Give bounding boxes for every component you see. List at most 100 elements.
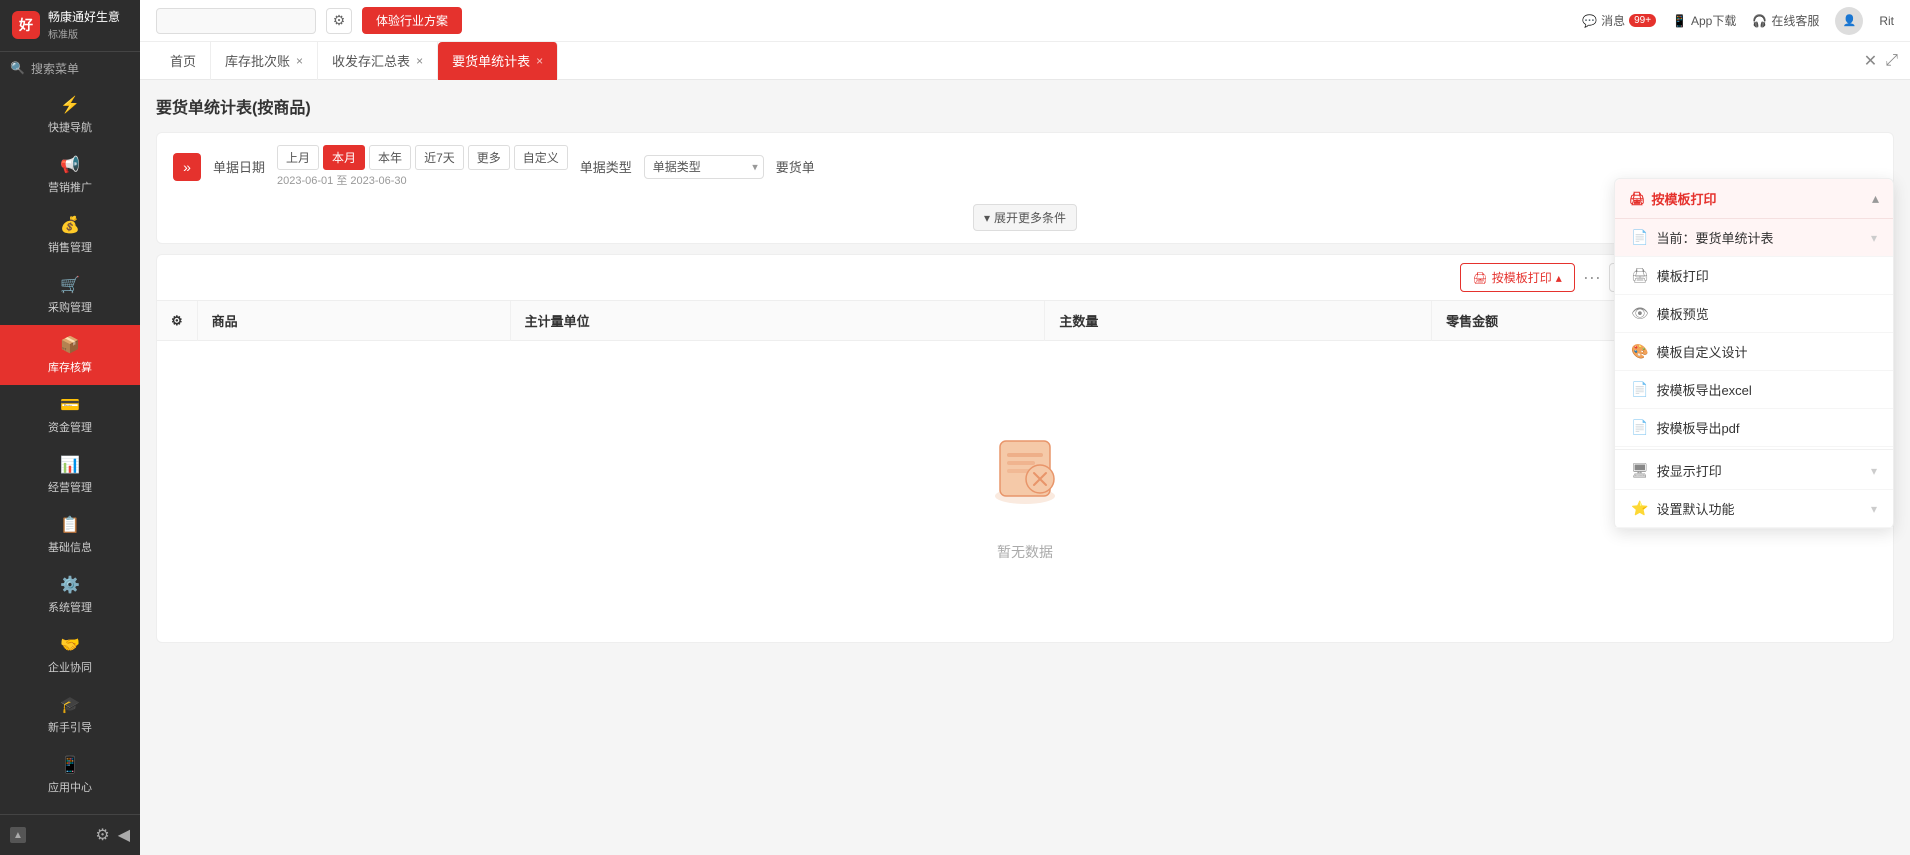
- date-btn-last-month[interactable]: 上月: [277, 145, 319, 170]
- table-col-quantity: 主数量: [1045, 301, 1432, 341]
- header-search-input[interactable]: [156, 8, 316, 34]
- sidebar-item-app-center[interactable]: 📱 应用中心: [0, 745, 140, 805]
- dropdown-item-export-pdf[interactable]: 📄 按模板导出pdf: [1615, 409, 1893, 447]
- tab-inventory-batch[interactable]: 库存批次账 ×: [211, 42, 318, 80]
- top-header: ⚙ 体验行业方案 💬 消息 99+ 📱 App下载 🎧 在线客服 👤 Rit: [140, 0, 1910, 42]
- sidebar-settings-icon[interactable]: ⚙: [95, 825, 109, 845]
- basic-info-icon: 📋: [60, 515, 80, 535]
- dropdown-item-template-print-inner: 🖨 模板打印: [1631, 266, 1709, 285]
- template-print-button[interactable]: 🖨 按模板打印 ▴: [1460, 263, 1575, 292]
- sidebar-item-basic-info[interactable]: 📋 基础信息: [0, 505, 140, 565]
- experience-button[interactable]: 体验行业方案: [362, 7, 462, 34]
- dropdown-item-display-print[interactable]: 🖥 按显示打印 ▾: [1615, 452, 1893, 490]
- sidebar-item-label: 系统管理: [48, 599, 92, 615]
- app-center-icon: 📱: [60, 755, 80, 775]
- order-type-select[interactable]: 单据类型: [644, 155, 764, 179]
- date-btn-7days[interactable]: 近7天: [415, 145, 464, 170]
- app-download-label: App下载: [1691, 12, 1736, 29]
- dropdown-item-template-print[interactable]: 🖨 模板打印: [1615, 257, 1893, 295]
- template-print-item-label: 模板打印: [1657, 266, 1709, 285]
- date-filter-label: 单据日期: [213, 157, 265, 176]
- sidebar-item-sales[interactable]: 💰 销售管理: [0, 205, 140, 265]
- expand-more-icon: ▾: [984, 211, 990, 225]
- tab-close-all-button[interactable]: ✕: [1864, 51, 1877, 71]
- finance-icon: 💳: [60, 395, 80, 415]
- tab-requisition-stats-close[interactable]: ×: [536, 54, 543, 68]
- tab-inventory-batch-close[interactable]: ×: [296, 54, 303, 68]
- filter-expand-button[interactable]: »: [173, 153, 201, 181]
- dropdown-item-template-preview[interactable]: 👁 模板预览: [1615, 295, 1893, 333]
- dropdown-item-template-custom[interactable]: 🎨 模板自定义设计: [1615, 333, 1893, 371]
- sidebar-item-inventory[interactable]: 📦 库存核算: [0, 325, 140, 385]
- preview-icon: 👁: [1631, 305, 1649, 322]
- dropdown-item-export-excel[interactable]: 📄 按模板导出excel: [1615, 371, 1893, 409]
- sidebar-item-enterprise[interactable]: 🤝 企业协同: [0, 625, 140, 685]
- dropdown-title: 🖨 按模板打印: [1629, 189, 1717, 208]
- search-icon: 🔍: [10, 61, 25, 75]
- tab-requisition-stats[interactable]: 要货单统计表 ×: [438, 42, 558, 80]
- template-print-dropdown: 🖨 按模板打印 ▴ 📄 当前：要货单统计表 ▾ 🖨: [1614, 178, 1894, 529]
- expand-more-button[interactable]: ▾ 展开更多条件: [973, 204, 1077, 231]
- more-options-button[interactable]: ···: [1583, 267, 1601, 288]
- dropdown-item-set-default-inner: ⭐ 设置默认功能: [1631, 499, 1734, 518]
- dropdown-close-button[interactable]: ▴: [1872, 190, 1879, 207]
- date-btn-this-year[interactable]: 本年: [369, 145, 411, 170]
- sidebar-search[interactable]: 🔍 搜索菜单: [0, 52, 140, 85]
- date-buttons: 上月 本月 本年 近7天 更多 自定义: [277, 145, 568, 170]
- sidebar-item-marketing[interactable]: 📢 营销推广: [0, 145, 140, 205]
- sidebar-item-system[interactable]: ⚙️ 系统管理: [0, 565, 140, 625]
- online-service-button[interactable]: 🎧 在线客服: [1752, 12, 1819, 29]
- sidebar-item-label: 新手引导: [48, 719, 92, 735]
- page-content: 要货单统计表(按商品) » 单据日期 上月 本月 本年 近7天 更多: [140, 80, 1910, 855]
- sidebar-sound-icon[interactable]: ◀: [118, 825, 130, 845]
- header-settings-button[interactable]: ⚙: [326, 8, 352, 34]
- system-icon: ⚙️: [60, 575, 80, 595]
- messages-label: 消息: [1601, 12, 1625, 29]
- sidebar-item-operations[interactable]: 📊 经营管理: [0, 445, 140, 505]
- date-btn-custom[interactable]: 自定义: [514, 145, 568, 170]
- template-print-label: 按模板打印: [1492, 269, 1552, 286]
- user-name[interactable]: Rit: [1879, 14, 1894, 28]
- user-avatar[interactable]: 👤: [1835, 7, 1863, 35]
- tab-receipt-summary[interactable]: 收发存汇总表 ×: [318, 42, 438, 80]
- sales-icon: 💰: [60, 215, 80, 235]
- sidebar-item-quick-nav[interactable]: ⚡ 快捷导航: [0, 85, 140, 145]
- sidebar-search-label: 搜索菜单: [31, 60, 79, 77]
- empty-state-icon: [980, 421, 1070, 528]
- sidebar-scroll-up-button[interactable]: ▲: [10, 827, 26, 843]
- inventory-icon: 📦: [60, 335, 80, 355]
- export-pdf-label: 按模板导出pdf: [1656, 418, 1739, 437]
- sidebar-item-purchase[interactable]: 🛒 采购管理: [0, 265, 140, 325]
- dropdown-header: 🖨 按模板打印 ▴: [1615, 179, 1893, 219]
- page-title: 要货单统计表(按商品): [156, 94, 1894, 118]
- enterprise-icon: 🤝: [60, 635, 80, 655]
- sidebar-logo: 好 畅康通好生意 标准版: [0, 0, 140, 52]
- dropdown-item-export-excel-inner: 📄 按模板导出excel: [1631, 380, 1752, 399]
- sidebar-bottom: ▲ ⚙ ◀: [0, 814, 140, 855]
- sidebar-item-label: 企业协同: [48, 659, 92, 675]
- order-type-select-wrapper: 单据类型: [644, 155, 764, 179]
- date-btn-more[interactable]: 更多: [468, 145, 510, 170]
- empty-text: 暂无数据: [997, 542, 1053, 562]
- export-excel-label: 按模板导出excel: [1656, 380, 1751, 399]
- dropdown-item-set-default[interactable]: ⭐ 设置默认功能 ▾: [1615, 490, 1893, 528]
- printer-icon: 🖨: [1473, 271, 1488, 285]
- tab-home-label: 首页: [170, 51, 196, 70]
- sidebar-item-wechat[interactable]: 💬 企业微信: [0, 805, 140, 814]
- sidebar-item-newbie[interactable]: 🎓 新手引导: [0, 685, 140, 745]
- date-btn-this-month[interactable]: 本月: [323, 145, 365, 170]
- tab-maximize-button[interactable]: ⤢: [1885, 52, 1898, 70]
- template-custom-label: 模板自定义设计: [1656, 342, 1747, 361]
- app-download-button[interactable]: 📱 App下载: [1672, 12, 1736, 29]
- tab-receipt-summary-close[interactable]: ×: [416, 54, 423, 68]
- dropdown-item-template-custom-inner: 🎨 模板自定义设计: [1631, 342, 1747, 361]
- table-col-settings[interactable]: ⚙: [157, 301, 197, 341]
- tab-home[interactable]: 首页: [156, 42, 211, 80]
- messages-button[interactable]: 💬 消息 99+: [1582, 12, 1656, 29]
- sidebar-item-label: 基础信息: [48, 539, 92, 555]
- sidebar-item-label: 营销推广: [48, 179, 92, 195]
- display-print-arrow-icon: ▾: [1871, 464, 1877, 478]
- tabs-bar: 首页 库存批次账 × 收发存汇总表 × 要货单统计表 × ✕ ⤢: [140, 42, 1910, 80]
- current-template-item[interactable]: 📄 当前：要货单统计表 ▾: [1615, 219, 1893, 257]
- sidebar-item-finance[interactable]: 💳 资金管理: [0, 385, 140, 445]
